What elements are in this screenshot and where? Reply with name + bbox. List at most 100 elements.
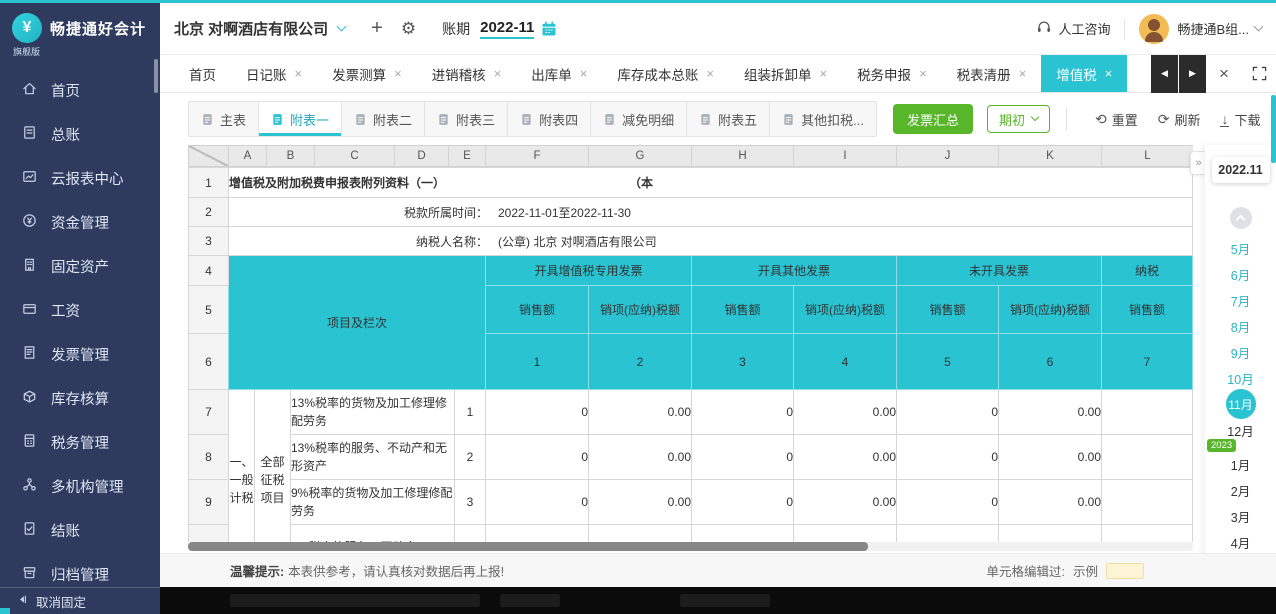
row-header[interactable]: 6 (188, 333, 229, 390)
cell[interactable]: 0.00 (793, 389, 897, 435)
collapse-panel-button[interactable]: » (1190, 151, 1206, 175)
subtab-other-deduction[interactable]: 其他扣税... (770, 102, 876, 136)
cell[interactable]: 0.00 (588, 389, 692, 435)
cell[interactable]: 0.00 (588, 479, 692, 525)
select-all-corner[interactable] (189, 146, 229, 167)
company-name[interactable]: 北京 对啊酒店有限公司 (174, 18, 328, 39)
account-name[interactable]: 畅捷通B组... (1177, 19, 1249, 38)
month-item-may[interactable]: 5月 (1205, 235, 1276, 261)
cell-line-no[interactable]: 2 (454, 434, 486, 480)
header-col-number[interactable]: 5 (896, 333, 999, 390)
month-item-apr[interactable]: 4月 (1205, 529, 1276, 555)
close-icon[interactable]: × (394, 67, 402, 80)
tab-home[interactable]: 首页 (174, 55, 231, 92)
tab-assembly[interactable]: 组装拆卸单 × (729, 55, 842, 92)
column-header[interactable]: J (897, 146, 999, 167)
month-item-mar[interactable]: 3月 (1205, 503, 1276, 529)
month-item-oct[interactable]: 10月 (1205, 365, 1276, 391)
add-button[interactable]: + (371, 17, 383, 40)
subtab-annex-3[interactable]: 附表三 (425, 102, 509, 136)
close-icon[interactable]: × (494, 67, 502, 80)
column-header[interactable]: I (794, 146, 897, 167)
column-header[interactable]: A (229, 146, 267, 167)
header-sub[interactable]: 销售额 (896, 285, 999, 334)
unpin-sidebar-button[interactable]: 取消固定 (0, 587, 160, 614)
tax-period-cell[interactable]: 税款所属时间： 2022-11-01至2022-11-30 (228, 197, 1193, 227)
close-icon[interactable]: × (706, 67, 714, 80)
header-col-number[interactable]: 2 (588, 333, 692, 390)
cell[interactable]: 0 (485, 389, 589, 435)
header-group-special-invoice[interactable]: 开具增值税专用发票 (485, 255, 692, 286)
tab-journal[interactable]: 日记账 × (231, 55, 317, 92)
human-consult-button[interactable]: 人工咨询 (1036, 19, 1110, 38)
sidebar-item-invoice-management[interactable]: 发票管理 (0, 332, 160, 376)
row-header[interactable]: 10 (188, 524, 229, 542)
row-header[interactable]: 8 (188, 434, 229, 480)
scrollbar-thumb[interactable] (188, 542, 868, 551)
month-item-jul[interactable]: 7月 (1205, 287, 1276, 313)
cell[interactable]: 0 (485, 524, 589, 542)
cell[interactable] (1101, 434, 1193, 480)
cell-line-no[interactable]: 1 (454, 389, 486, 435)
header-sub[interactable]: 销项(应纳)税额 (793, 285, 897, 334)
sidebar-item-tax-management[interactable]: 税务管理 (0, 420, 160, 464)
invoice-summary-button[interactable]: 发票汇总 (892, 104, 973, 134)
horizontal-scrollbar[interactable] (188, 542, 1193, 551)
cell-item-desc[interactable]: 13%税率的货物及加工修理修配劳务 (290, 389, 455, 435)
sidebar-item-home[interactable]: 首页 (0, 68, 160, 112)
month-item-jun[interactable]: 6月 (1205, 261, 1276, 287)
column-header[interactable]: F (486, 146, 589, 167)
sheet-title-cell[interactable]: 增值税及附加税费申报表附列资料（一） （本 (228, 167, 1193, 198)
cell[interactable]: 0 (896, 479, 999, 525)
opening-balance-button[interactable]: 期初 (986, 105, 1050, 133)
cell[interactable]: 0.00 (998, 479, 1102, 525)
header-sub[interactable]: 销售额 (485, 285, 589, 334)
reset-button[interactable]: ⟲ 重置 (1095, 110, 1138, 129)
tab-outbound[interactable]: 出库单 × (516, 55, 602, 92)
taxpayer-cell[interactable]: 纳税人名称： (公章) 北京 对啊酒店有限公司 (228, 226, 1193, 256)
column-header[interactable]: B (267, 146, 315, 167)
row-header[interactable]: 4 (188, 255, 229, 286)
header-sub[interactable]: 销售额 (1101, 285, 1193, 334)
cell[interactable]: 0 (896, 434, 999, 480)
cell[interactable]: 0.00 (998, 524, 1102, 542)
cell[interactable]: 0 (691, 479, 794, 525)
cell[interactable] (1101, 479, 1193, 525)
subtab-annex-1-active[interactable]: 附表一 (259, 102, 343, 136)
sidebar-item-general-ledger[interactable]: 总账 (0, 112, 160, 156)
cell-item-desc[interactable]: 13%税率的服务、不动产和无形资产 (290, 434, 455, 480)
month-item-sep[interactable]: 9月 (1205, 339, 1276, 365)
tab-inventory-cost-ledger[interactable]: 库存成本总账 × (602, 55, 729, 92)
row-subgroup-all-taxable[interactable]: 全部征税项目 (254, 389, 291, 542)
tab-invoice-calc[interactable]: 发票测算 × (317, 55, 417, 92)
cell[interactable]: 0 (485, 434, 589, 480)
sidebar-item-payroll[interactable]: 工资 (0, 288, 160, 332)
cell[interactable]: 0 (896, 524, 999, 542)
close-icon[interactable]: × (1019, 67, 1027, 80)
settings-gear-icon[interactable]: ⚙ (401, 20, 416, 37)
row-header[interactable]: 1 (188, 167, 229, 198)
header-col-number[interactable]: 6 (998, 333, 1102, 390)
month-item-feb[interactable]: 2月 (1205, 477, 1276, 503)
close-icon[interactable]: × (919, 67, 927, 80)
tab-purchase-audit[interactable]: 进销稽核 × (417, 55, 517, 92)
row-header[interactable]: 9 (188, 479, 229, 525)
months-scroll-up-button[interactable] (1229, 207, 1252, 229)
cell[interactable]: 0.00 (588, 434, 692, 480)
subtab-reduction-detail[interactable]: 减免明细 (591, 102, 688, 136)
cell[interactable] (1101, 389, 1193, 435)
period-value[interactable]: 2022-11 (480, 19, 535, 39)
tab-tax-register[interactable]: 税表清册 × (942, 55, 1042, 92)
header-sub[interactable]: 销售额 (691, 285, 794, 334)
header-group-no-invoice[interactable]: 未开具发票 (896, 255, 1102, 286)
row-header[interactable]: 7 (188, 389, 229, 435)
tabs-scroll-right-button[interactable]: ▶ (1179, 54, 1206, 93)
sidebar-item-inventory[interactable]: 库存核算 (0, 376, 160, 420)
header-col-number[interactable]: 4 (793, 333, 897, 390)
header-group-other-invoice[interactable]: 开具其他发票 (691, 255, 897, 286)
company-chevron-down-icon[interactable] (336, 21, 347, 32)
column-header[interactable]: G (589, 146, 692, 167)
fullscreen-button[interactable] (1242, 66, 1276, 81)
month-item-jan[interactable]: 1月 (1205, 451, 1276, 477)
refresh-button[interactable]: ⟳ 刷新 (1158, 110, 1201, 129)
